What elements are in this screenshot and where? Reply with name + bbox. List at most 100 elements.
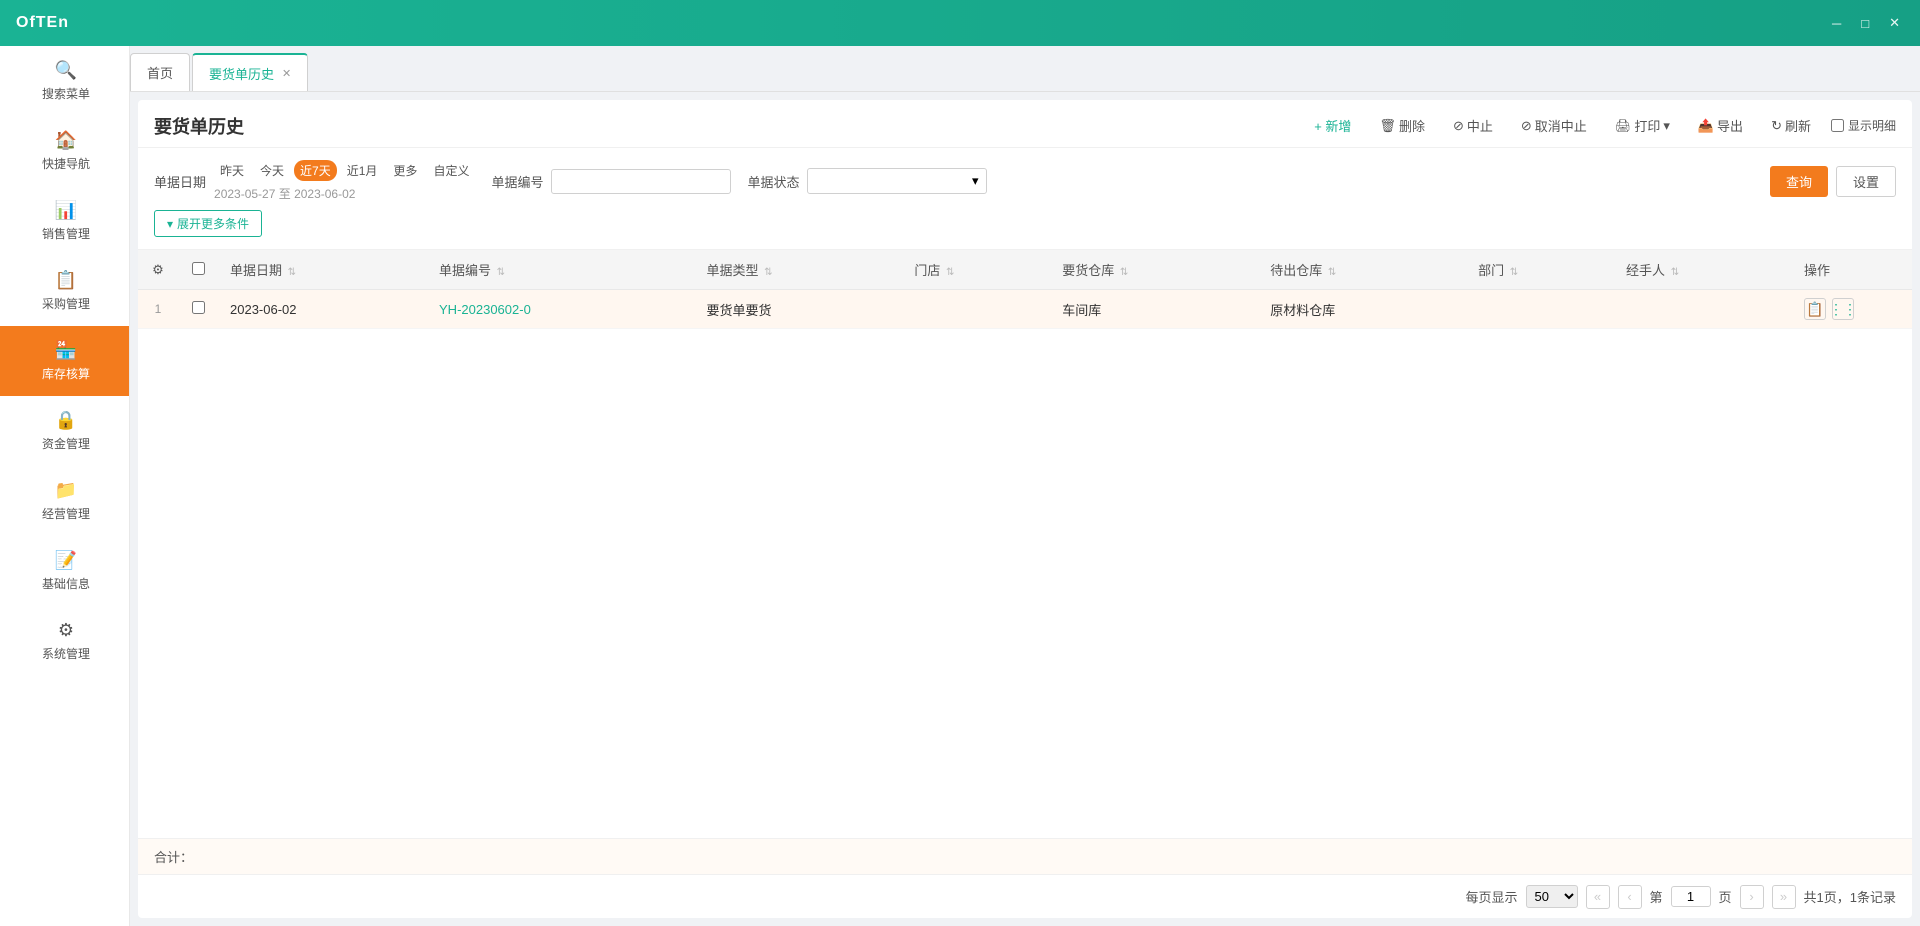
dept-sort-icon: ⇅ — [1510, 267, 1518, 278]
minimize-btn[interactable]: ─ — [1828, 12, 1845, 35]
search-icon: 🔍 — [55, 60, 77, 81]
status-select[interactable]: ▾ — [807, 168, 987, 194]
print-icon: 🖨 — [1615, 118, 1632, 134]
select-all-checkbox[interactable] — [192, 262, 205, 275]
go-page-label: 第 — [1650, 887, 1663, 906]
date-range-display: 2023-05-27 至 2023-06-02 — [214, 185, 475, 202]
sidebar-item-inventory[interactable]: 🏪 库存核算 — [0, 326, 129, 396]
handler-sort-icon: ⇅ — [1671, 267, 1679, 278]
sidebar-item-quicknav[interactable]: 🏠 快捷导航 — [0, 116, 129, 186]
stop-icon: ⊘ — [1453, 118, 1464, 134]
col-store[interactable]: 门店 ⇅ — [902, 250, 1050, 290]
col-date[interactable]: 单据日期 ⇅ — [218, 250, 427, 290]
inventory-icon: 🏪 — [55, 340, 77, 361]
col-settings[interactable]: ⚙ — [138, 250, 178, 290]
action-icons-group: 📋 ⋮⋮ — [1804, 298, 1900, 320]
col-type[interactable]: 单据类型 ⇅ — [694, 250, 902, 290]
row-no: YH-20230602-0 — [427, 290, 694, 329]
home-icon: 🏠 — [55, 130, 77, 151]
date-filter-group: 单据日期 昨天 今天 近7天 近1月 更多 自定义 2 — [154, 160, 475, 202]
date-sort-icon: ⇅ — [288, 267, 296, 278]
sidebar-item-system[interactable]: ⚙ 系统管理 — [0, 606, 129, 676]
row-store — [902, 290, 1050, 329]
maximize-btn[interactable]: □ — [1857, 12, 1873, 35]
sidebar-item-search[interactable]: 🔍 搜索菜单 — [0, 46, 129, 116]
tab-close-btn[interactable]: ✕ — [282, 67, 291, 80]
date-option-1month[interactable]: 近1月 — [341, 160, 384, 181]
row-handler — [1614, 290, 1792, 329]
stop-btn[interactable]: ⊘ 中止 — [1445, 112, 1501, 139]
next-page-btn[interactable]: › — [1740, 885, 1764, 909]
go-page-suffix: 页 — [1719, 887, 1732, 906]
page-size-select[interactable]: 10 20 50 100 — [1526, 885, 1578, 908]
display-detail-toggle[interactable]: 显示明细 — [1831, 117, 1896, 134]
date-options: 昨天 今天 近7天 近1月 更多 自定义 — [214, 160, 475, 181]
print-btn[interactable]: 🖨 打印 ▾ — [1607, 112, 1678, 139]
sales-icon: 📊 — [55, 200, 77, 221]
expand-filter-btn[interactable]: ▾ 展开更多条件 — [154, 210, 262, 237]
total-records: 共1页，1条记录 — [1804, 887, 1896, 906]
data-table: ⚙ 单据日期 ⇅ 单据编号 ⇅ — [138, 250, 1912, 329]
sidebar-item-basicinfo-label: 基础信息 — [42, 575, 90, 592]
tab-order-history[interactable]: 要货单历史 ✕ — [192, 53, 308, 91]
toolbar: + 新增 🗑 删除 ⊘ 中止 ⊘ 取消中止 — [1306, 112, 1896, 139]
delete-btn[interactable]: 🗑 删除 — [1371, 112, 1433, 139]
date-option-7days[interactable]: 近7天 — [294, 160, 337, 181]
add-btn[interactable]: + 新增 — [1306, 112, 1359, 139]
sidebar-item-operation[interactable]: 📁 经营管理 — [0, 466, 129, 536]
cancel-stop-btn[interactable]: ⊘ 取消中止 — [1513, 112, 1595, 139]
date-option-today[interactable]: 今天 — [254, 160, 290, 181]
first-page-btn[interactable]: « — [1586, 885, 1610, 909]
sidebar-item-finance[interactable]: 🔒 资金管理 — [0, 396, 129, 466]
order-no-input[interactable] — [551, 169, 731, 194]
date-option-custom[interactable]: 自定义 — [427, 160, 475, 181]
date-option-more[interactable]: 更多 — [387, 160, 423, 181]
brand-name: OfTEn — [16, 14, 69, 31]
sidebar-item-sales[interactable]: 📊 销售管理 — [0, 186, 129, 256]
col-action: 操作 — [1792, 250, 1912, 290]
query-btn[interactable]: 查询 — [1770, 166, 1828, 197]
sidebar-item-basicinfo[interactable]: 📝 基础信息 — [0, 536, 129, 606]
delete-icon: 🗑 — [1379, 118, 1396, 134]
row-checkbox[interactable] — [192, 301, 205, 314]
expand-icon: ▾ — [167, 217, 173, 231]
col-dept[interactable]: 部门 ⇅ — [1466, 250, 1614, 290]
row-checkbox-cell — [178, 290, 218, 329]
page-title: 要货单历史 — [154, 113, 244, 139]
prev-page-btn[interactable]: ‹ — [1618, 885, 1642, 909]
display-detail-checkbox[interactable] — [1831, 119, 1844, 132]
type-sort-icon: ⇅ — [764, 267, 772, 278]
date-option-yesterday[interactable]: 昨天 — [214, 160, 250, 181]
settings-btn[interactable]: 设置 — [1836, 166, 1896, 197]
last-page-btn[interactable]: » — [1772, 885, 1796, 909]
col-pending-warehouse[interactable]: 待出仓库 ⇅ — [1258, 250, 1466, 290]
tab-home[interactable]: 首页 — [130, 53, 190, 91]
col-req-warehouse[interactable]: 要货仓库 ⇅ — [1050, 250, 1258, 290]
close-btn[interactable]: ✕ — [1885, 11, 1904, 35]
summary-label: 合计： — [154, 850, 193, 865]
col-checkbox — [178, 250, 218, 290]
export-btn[interactable]: 📤 导出 — [1690, 112, 1751, 139]
row-type: 要货单要货 — [694, 290, 902, 329]
sidebar-item-purchase[interactable]: 📋 采购管理 — [0, 256, 129, 326]
page-content: 要货单历史 + 新增 🗑 删除 ⊘ 中止 ⊘ 取消中止 — [138, 100, 1912, 918]
row-no-link[interactable]: YH-20230602-0 — [439, 302, 531, 317]
filter-row-1: 单据日期 昨天 今天 近7天 近1月 更多 自定义 2 — [154, 160, 1896, 202]
order-no-label: 单据编号 — [491, 172, 543, 191]
col-no[interactable]: 单据编号 ⇅ — [427, 250, 694, 290]
status-filter-group: 单据状态 ▾ — [747, 168, 987, 194]
sidebar-item-operation-label: 经营管理 — [42, 505, 90, 522]
filter-actions: 查询 设置 — [1770, 166, 1896, 197]
sidebar-item-inventory-label: 库存核算 — [42, 365, 90, 382]
row-num: 1 — [138, 290, 178, 329]
pagination: 每页显示 10 20 50 100 « ‹ 第 页 › » 共1页，1条记录 — [138, 874, 1912, 918]
row-more-btn[interactable]: ⋮⋮ — [1832, 298, 1854, 320]
row-edit-btn[interactable]: 📋 — [1804, 298, 1826, 320]
row-req-warehouse: 车间库 — [1050, 290, 1258, 329]
tab-home-label: 首页 — [147, 63, 173, 82]
row-date: 2023-06-02 — [218, 290, 427, 329]
refresh-btn[interactable]: ↻ 刷新 — [1763, 112, 1819, 139]
col-handler[interactable]: 经手人 ⇅ — [1614, 250, 1792, 290]
page-input[interactable] — [1671, 886, 1711, 907]
pending-warehouse-sort-icon: ⇅ — [1328, 267, 1336, 278]
